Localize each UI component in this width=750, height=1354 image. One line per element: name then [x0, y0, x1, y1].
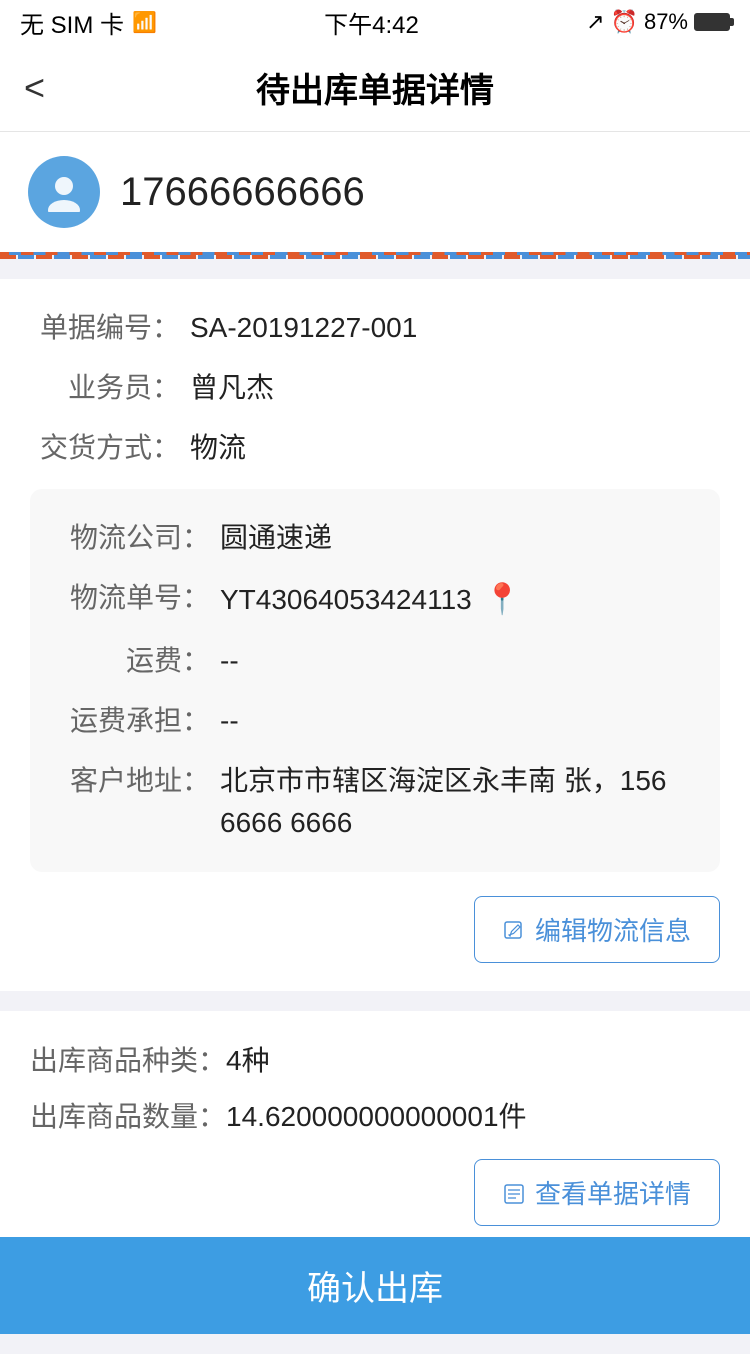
freight-row: 运费： -- [60, 640, 690, 682]
logistics-company-label: 物流公司： [60, 517, 210, 559]
address-label: 客户地址： [60, 760, 210, 802]
address-value: 北京市市辖区海淀区永丰南 张，156 6666 6666 [210, 760, 690, 844]
dashed-divider [0, 255, 750, 259]
logistics-company-value: 圆通速递 [210, 517, 690, 559]
tracking-number: YT43064053424113 [220, 579, 472, 621]
details-icon [503, 1177, 525, 1208]
doc-no-row: 单据编号： SA-20191227-001 [30, 307, 720, 349]
confirm-button[interactable]: 确认出库 [0, 1261, 750, 1310]
view-details-button[interactable]: 查看单据详情 [474, 1159, 720, 1226]
address-row: 客户地址： 北京市市辖区海淀区永丰南 张，156 6666 6666 [60, 760, 690, 844]
freight-value: -- [210, 640, 690, 682]
status-bar: 无 SIM 卡 📶 下午4:42 ↗ ⏰ 87% [0, 0, 750, 44]
tracking-location-icon[interactable]: 📍 [484, 577, 521, 622]
delivery-type-label: 交货方式： [30, 427, 180, 469]
delivery-type-row: 交货方式： 物流 [30, 427, 720, 469]
confirm-area: 确认出库 [0, 1237, 750, 1334]
wifi-icon: 📶 [132, 10, 157, 35]
view-details-label: 查看单据详情 [535, 1174, 691, 1211]
delivery-type-value: 物流 [180, 427, 720, 469]
logistics-company-row: 物流公司： 圆通速递 [60, 517, 690, 559]
edit-icon [503, 914, 525, 945]
salesman-label: 业务员： [30, 367, 180, 409]
summary-section: 出库商品种类： 4种 出库商品数量： 14.620000000000001件 查… [0, 1011, 750, 1254]
freight-bearer-label: 运费承担： [60, 700, 210, 742]
back-button[interactable]: < [24, 67, 45, 109]
doc-no-value: SA-20191227-001 [180, 307, 720, 349]
carrier-label: 无 SIM 卡 [20, 5, 124, 40]
doc-no-label: 单据编号： [30, 307, 180, 349]
nav-bar: < 待出库单据详情 [0, 44, 750, 132]
location-status-icon: ↗ [586, 9, 604, 35]
edit-logistics-area: 编辑物流信息 [30, 896, 720, 963]
product-types-value: 4种 [226, 1039, 720, 1079]
avatar [28, 156, 100, 228]
salesman-row: 业务员： 曾凡杰 [30, 367, 720, 409]
user-header: 17666666666 [0, 132, 750, 255]
tracking-label: 物流单号： [60, 577, 210, 619]
document-info-section: 单据编号： SA-20191227-001 业务员： 曾凡杰 交货方式： 物流 … [0, 279, 750, 991]
product-qty-row: 出库商品数量： 14.620000000000001件 [30, 1095, 720, 1135]
user-phone: 17666666666 [120, 170, 365, 215]
edit-logistics-button[interactable]: 编辑物流信息 [474, 896, 720, 963]
product-qty-value: 14.620000000000001件 [226, 1095, 720, 1135]
logistics-card: 物流公司： 圆通速递 物流单号： YT43064053424113 📍 运费： … [30, 489, 720, 872]
edit-logistics-label: 编辑物流信息 [535, 911, 691, 948]
page-title: 待出库单据详情 [256, 63, 494, 112]
view-details-area: 查看单据详情 [30, 1159, 720, 1226]
product-types-label: 出库商品种类： [30, 1039, 226, 1079]
tracking-value: YT43064053424113 📍 [210, 577, 690, 622]
product-types-row: 出库商品种类： 4种 [30, 1039, 720, 1079]
status-right: ↗ ⏰ 87% [586, 9, 730, 35]
product-qty-label: 出库商品数量： [30, 1095, 226, 1135]
alarm-icon: ⏰ [611, 9, 638, 35]
freight-label: 运费： [60, 640, 210, 682]
status-time: 下午4:42 [324, 5, 419, 40]
salesman-value: 曾凡杰 [180, 367, 720, 409]
battery-percent: 87% [644, 9, 688, 35]
tracking-row: 物流单号： YT43064053424113 📍 [60, 577, 690, 622]
status-left: 无 SIM 卡 📶 [20, 5, 157, 40]
freight-bearer-row: 运费承担： -- [60, 700, 690, 742]
freight-bearer-value: -- [210, 700, 690, 742]
battery-icon [694, 13, 730, 31]
